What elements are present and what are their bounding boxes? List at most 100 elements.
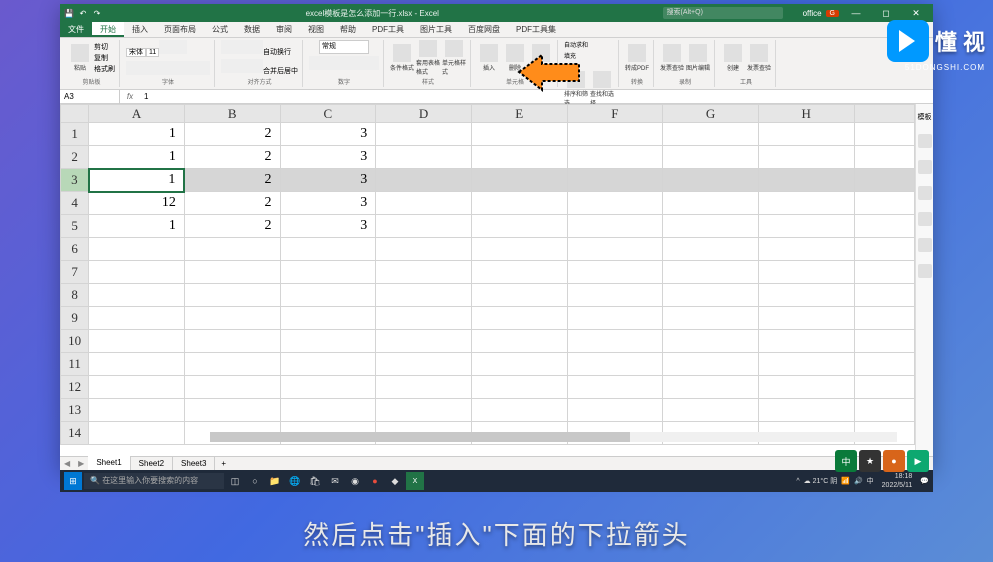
ime-icon[interactable]: 中 bbox=[867, 476, 874, 486]
currency-icon[interactable] bbox=[309, 56, 323, 70]
taskbar-search[interactable]: 🔍 在这里输入你要搜索的内容 bbox=[84, 473, 224, 489]
user-badge[interactable]: G bbox=[826, 10, 839, 17]
cell-B4[interactable]: 2 bbox=[184, 192, 280, 215]
share-button[interactable]: 发票查验 bbox=[747, 40, 771, 76]
format-painter-button[interactable]: 格式刷 bbox=[94, 64, 115, 74]
sidepanel-history-icon[interactable] bbox=[918, 212, 932, 226]
font-color-icon[interactable] bbox=[196, 61, 210, 75]
col-F[interactable]: F bbox=[567, 105, 663, 123]
font-size-dropdown[interactable]: 11 bbox=[146, 48, 159, 57]
sidepanel-template-icon[interactable] bbox=[918, 186, 932, 200]
store-icon[interactable]: 🛍 bbox=[306, 472, 324, 490]
tab-image[interactable]: 图片工具 bbox=[412, 22, 460, 37]
redo-icon[interactable]: ↷ bbox=[92, 8, 102, 18]
float-tool-3[interactable]: ● bbox=[883, 450, 905, 472]
tab-pdf[interactable]: PDF工具 bbox=[364, 22, 412, 37]
fx-icon[interactable]: fx bbox=[120, 92, 140, 101]
name-box[interactable]: A3 bbox=[60, 90, 120, 104]
row-header-2[interactable]: 2 bbox=[61, 146, 89, 169]
cell-C4[interactable]: 3 bbox=[280, 192, 376, 215]
start-button[interactable]: ⊞ bbox=[64, 472, 82, 490]
sidepanel-library-icon[interactable] bbox=[918, 160, 932, 174]
network-icon[interactable]: 📶 bbox=[841, 477, 850, 485]
cut-button[interactable]: 剪切 bbox=[94, 42, 115, 52]
bold-icon[interactable] bbox=[126, 61, 140, 75]
explorer-icon[interactable]: 📁 bbox=[266, 472, 284, 490]
tray-up-icon[interactable]: ^ bbox=[796, 478, 799, 485]
task-view-icon[interactable]: ◫ bbox=[226, 472, 244, 490]
sidepanel-chart-icon[interactable] bbox=[918, 238, 932, 252]
cell-A5[interactable]: 1 bbox=[89, 215, 185, 238]
undo-icon[interactable]: ↶ bbox=[78, 8, 88, 18]
align-middle-icon[interactable] bbox=[235, 40, 249, 54]
insert-cells-button[interactable]: 插入 bbox=[477, 40, 501, 76]
weather-widget[interactable]: ☁ 21°C 阴 bbox=[804, 476, 838, 486]
conditional-format-button[interactable]: 条件格式 bbox=[390, 40, 414, 76]
italic-icon[interactable] bbox=[140, 61, 154, 75]
create-button[interactable]: 创建 bbox=[721, 40, 745, 76]
excel-taskbar-icon[interactable]: X bbox=[406, 472, 424, 490]
to-pdf-button[interactable]: 转成PDF bbox=[625, 40, 649, 76]
col-H[interactable]: H bbox=[758, 105, 854, 123]
cell-A4[interactable]: 12 bbox=[89, 192, 185, 215]
col-E[interactable]: E bbox=[471, 105, 567, 123]
decrease-font-icon[interactable] bbox=[173, 40, 187, 54]
search-box[interactable]: 搜索(Alt+Q) bbox=[663, 7, 783, 19]
copy-button[interactable]: 复制 bbox=[94, 53, 115, 63]
save-icon[interactable]: 💾 bbox=[64, 8, 74, 18]
record-icon[interactable]: ● bbox=[366, 472, 384, 490]
edge-icon[interactable]: 🌐 bbox=[286, 472, 304, 490]
col-B[interactable]: B bbox=[184, 105, 280, 123]
sidepanel-home-icon[interactable] bbox=[918, 134, 932, 148]
sidepanel-more-icon[interactable] bbox=[918, 264, 932, 278]
tab-formulas[interactable]: 公式 bbox=[204, 22, 236, 37]
sheet-tab-3[interactable]: Sheet3 bbox=[173, 457, 215, 471]
font-name-dropdown[interactable]: 宋体 bbox=[126, 48, 146, 57]
tab-file[interactable]: 文件 bbox=[60, 22, 92, 37]
tab-review[interactable]: 审阅 bbox=[268, 22, 300, 37]
align-left-icon[interactable] bbox=[221, 59, 235, 73]
float-tool-1[interactable]: 中 bbox=[835, 450, 857, 472]
underline-icon[interactable] bbox=[154, 61, 168, 75]
tab-layout[interactable]: 页面布局 bbox=[156, 22, 204, 37]
comma-icon[interactable] bbox=[337, 56, 351, 70]
col-C[interactable]: C bbox=[280, 105, 376, 123]
clock[interactable]: 18:182022/5/11 bbox=[878, 472, 917, 490]
find-select-button[interactable]: 查找和选择 bbox=[590, 71, 614, 107]
increase-font-icon[interactable] bbox=[159, 40, 173, 54]
table-format-button[interactable]: 套用表格格式 bbox=[416, 40, 440, 76]
select-all-corner[interactable] bbox=[61, 105, 89, 123]
tab-help[interactable]: 帮助 bbox=[332, 22, 364, 37]
cell-B1[interactable]: 2 bbox=[184, 123, 280, 146]
number-format-dropdown[interactable]: 常规 bbox=[319, 40, 369, 54]
cell-A3[interactable]: 1 bbox=[89, 169, 185, 192]
mail-icon[interactable]: ✉ bbox=[326, 472, 344, 490]
notification-icon[interactable]: 💬 bbox=[920, 477, 929, 485]
scroll-thumb[interactable] bbox=[210, 432, 630, 442]
image-edit-button[interactable]: 图片编辑 bbox=[686, 40, 710, 76]
paste-button[interactable]: 粘贴 bbox=[68, 40, 92, 76]
add-sheet-button[interactable]: + bbox=[215, 459, 232, 468]
border-icon[interactable] bbox=[168, 61, 182, 75]
col-D[interactable]: D bbox=[376, 105, 472, 123]
cell-B2[interactable]: 2 bbox=[184, 146, 280, 169]
cell-A1[interactable]: 1 bbox=[89, 123, 185, 146]
tab-view[interactable]: 视图 bbox=[300, 22, 332, 37]
cell-A2[interactable]: 1 bbox=[89, 146, 185, 169]
percent-icon[interactable] bbox=[323, 56, 337, 70]
col-A[interactable]: A bbox=[89, 105, 185, 123]
decrease-decimal-icon[interactable] bbox=[365, 56, 379, 70]
minimize-button[interactable]: — bbox=[843, 4, 869, 22]
volume-icon[interactable]: 🔊 bbox=[854, 477, 863, 485]
invoice-button[interactable]: 发票查验 bbox=[660, 40, 684, 76]
increase-decimal-icon[interactable] bbox=[351, 56, 365, 70]
tab-pdfkit[interactable]: PDF工具集 bbox=[508, 22, 564, 37]
row-header-3[interactable]: 3 bbox=[61, 169, 89, 192]
sheet-nav-prev-icon[interactable]: ◀ bbox=[60, 459, 74, 468]
cell-C1[interactable]: 3 bbox=[280, 123, 376, 146]
cell-styles-button[interactable]: 单元格样式 bbox=[442, 40, 466, 76]
cell-C5[interactable]: 3 bbox=[280, 215, 376, 238]
spreadsheet-grid[interactable]: A B C D E F G H 1123 2123 3123 41223 512… bbox=[60, 104, 915, 445]
align-center-icon[interactable] bbox=[235, 59, 249, 73]
align-right-icon[interactable] bbox=[249, 59, 263, 73]
